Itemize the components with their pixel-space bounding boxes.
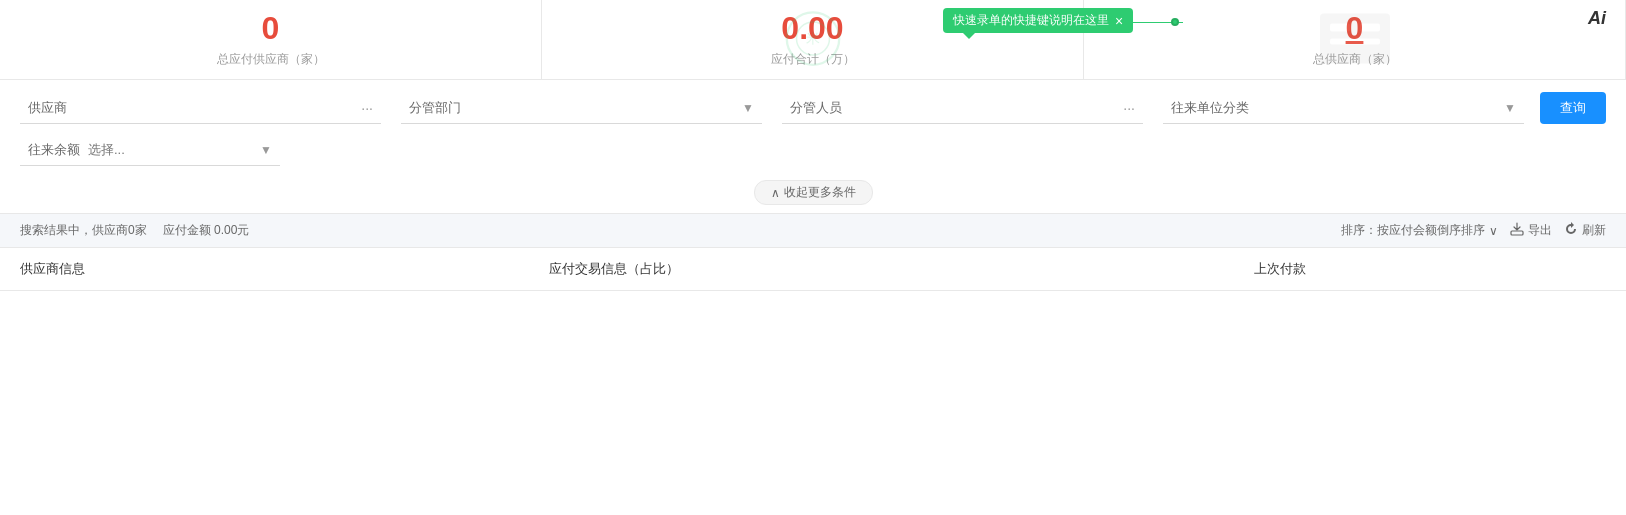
svg-rect-6	[1330, 38, 1380, 44]
collapse-icon: ∧	[771, 186, 780, 200]
filter-row-2: 往来余额 ▼	[20, 134, 1606, 166]
balance-arrow-icon[interactable]: ▼	[260, 143, 272, 157]
department-filter[interactable]: 分管部门 ▼	[401, 92, 762, 124]
department-filter-label: 分管部门	[409, 99, 461, 117]
department-input[interactable]	[469, 100, 738, 115]
total-payable-suppliers-stat: 0 总应付供应商（家）	[0, 0, 542, 79]
supplier-filter[interactable]: 供应商 ···	[20, 92, 381, 124]
unit-category-label: 往来单位分类	[1171, 99, 1249, 117]
manager-filter[interactable]: 分管人员 ···	[782, 92, 1143, 124]
ghost-icon	[1315, 8, 1395, 71]
shortcut-tooltip: 快速录单的快捷键说明在这里 ×	[943, 8, 1133, 33]
manager-input[interactable]	[850, 100, 1119, 115]
export-label: 导出	[1528, 222, 1552, 239]
total-suppliers-stat: 0 总供应商（家）	[1084, 0, 1626, 79]
col-transaction-header: 应付交易信息（占比）	[549, 260, 1254, 278]
balance-input[interactable]	[88, 142, 256, 157]
filter-row-1: 供应商 ··· 分管部门 ▼ 分管人员 ··· 往来单位分类 ▼ 查询	[20, 92, 1606, 124]
department-arrow-icon[interactable]: ▼	[742, 101, 754, 115]
supplier-filter-label: 供应商	[28, 99, 67, 117]
sort-label: 排序：按应付会额倒序排序	[1341, 222, 1485, 239]
unit-category-filter[interactable]: 往来单位分类 ▼	[1163, 92, 1524, 124]
search-result-label: 搜索结果中，供应商0家	[20, 222, 147, 239]
mint-icon: 米	[783, 8, 843, 71]
filter-section: 供应商 ··· 分管部门 ▼ 分管人员 ··· 往来单位分类 ▼ 查询 往来余额…	[0, 80, 1626, 213]
manager-dots[interactable]: ···	[1123, 100, 1135, 116]
collapse-label: 收起更多条件	[784, 184, 856, 201]
tooltip-close-icon[interactable]: ×	[1115, 14, 1123, 28]
amount-label: 应付金额 0.00元	[163, 222, 250, 239]
supplier-dots[interactable]: ···	[361, 100, 373, 116]
balance-filter[interactable]: 往来余额 ▼	[20, 134, 280, 166]
sort-selector[interactable]: 排序：按应付会额倒序排序 ∨	[1341, 222, 1498, 239]
svg-rect-4	[1330, 23, 1350, 31]
result-bar: 搜索结果中，供应商0家 应付金额 0.00元 排序：按应付会额倒序排序 ∨ 导出…	[0, 213, 1626, 248]
unit-category-input[interactable]	[1257, 100, 1500, 115]
svg-rect-7	[1511, 231, 1523, 235]
ai-badge: Ai	[1588, 8, 1606, 29]
table-header: 供应商信息 应付交易信息（占比） 上次付款	[0, 248, 1626, 291]
export-button[interactable]: 导出	[1510, 222, 1552, 239]
table-body	[0, 291, 1626, 515]
total-payable-suppliers-value: 0	[262, 11, 280, 46]
refresh-button[interactable]: 刷新	[1564, 222, 1606, 239]
sort-arrow-icon[interactable]: ∨	[1489, 224, 1498, 238]
result-actions: 排序：按应付会额倒序排序 ∨ 导出 刷新	[1341, 222, 1606, 239]
unit-category-arrow-icon[interactable]: ▼	[1504, 101, 1516, 115]
export-icon	[1510, 222, 1524, 239]
collapse-button[interactable]: ∧ 收起更多条件	[754, 180, 873, 205]
refresh-icon	[1564, 222, 1578, 239]
manager-filter-label: 分管人员	[790, 99, 842, 117]
stats-bar: 0 总应付供应商（家） 米 0.00 应付合计（万） 0 总供应商（家）	[0, 0, 1626, 80]
col-last-payment-header: 上次付款	[1254, 260, 1606, 278]
query-button[interactable]: 查询	[1540, 92, 1606, 124]
result-summary: 搜索结果中，供应商0家 应付金额 0.00元	[20, 222, 249, 239]
shortcut-tooltip-text: 快速录单的快捷键说明在这里	[953, 12, 1109, 29]
collapse-bar: ∧ 收起更多条件	[20, 174, 1606, 213]
svg-rect-5	[1360, 23, 1380, 31]
balance-filter-label: 往来余额	[28, 141, 80, 159]
svg-text:米: 米	[806, 31, 820, 46]
refresh-label: 刷新	[1582, 222, 1606, 239]
supplier-input[interactable]	[75, 100, 357, 115]
tooltip-connector-dot	[1171, 18, 1179, 26]
col-supplier-info-header: 供应商信息	[20, 260, 549, 278]
total-payable-suppliers-label: 总应付供应商（家）	[217, 51, 325, 68]
